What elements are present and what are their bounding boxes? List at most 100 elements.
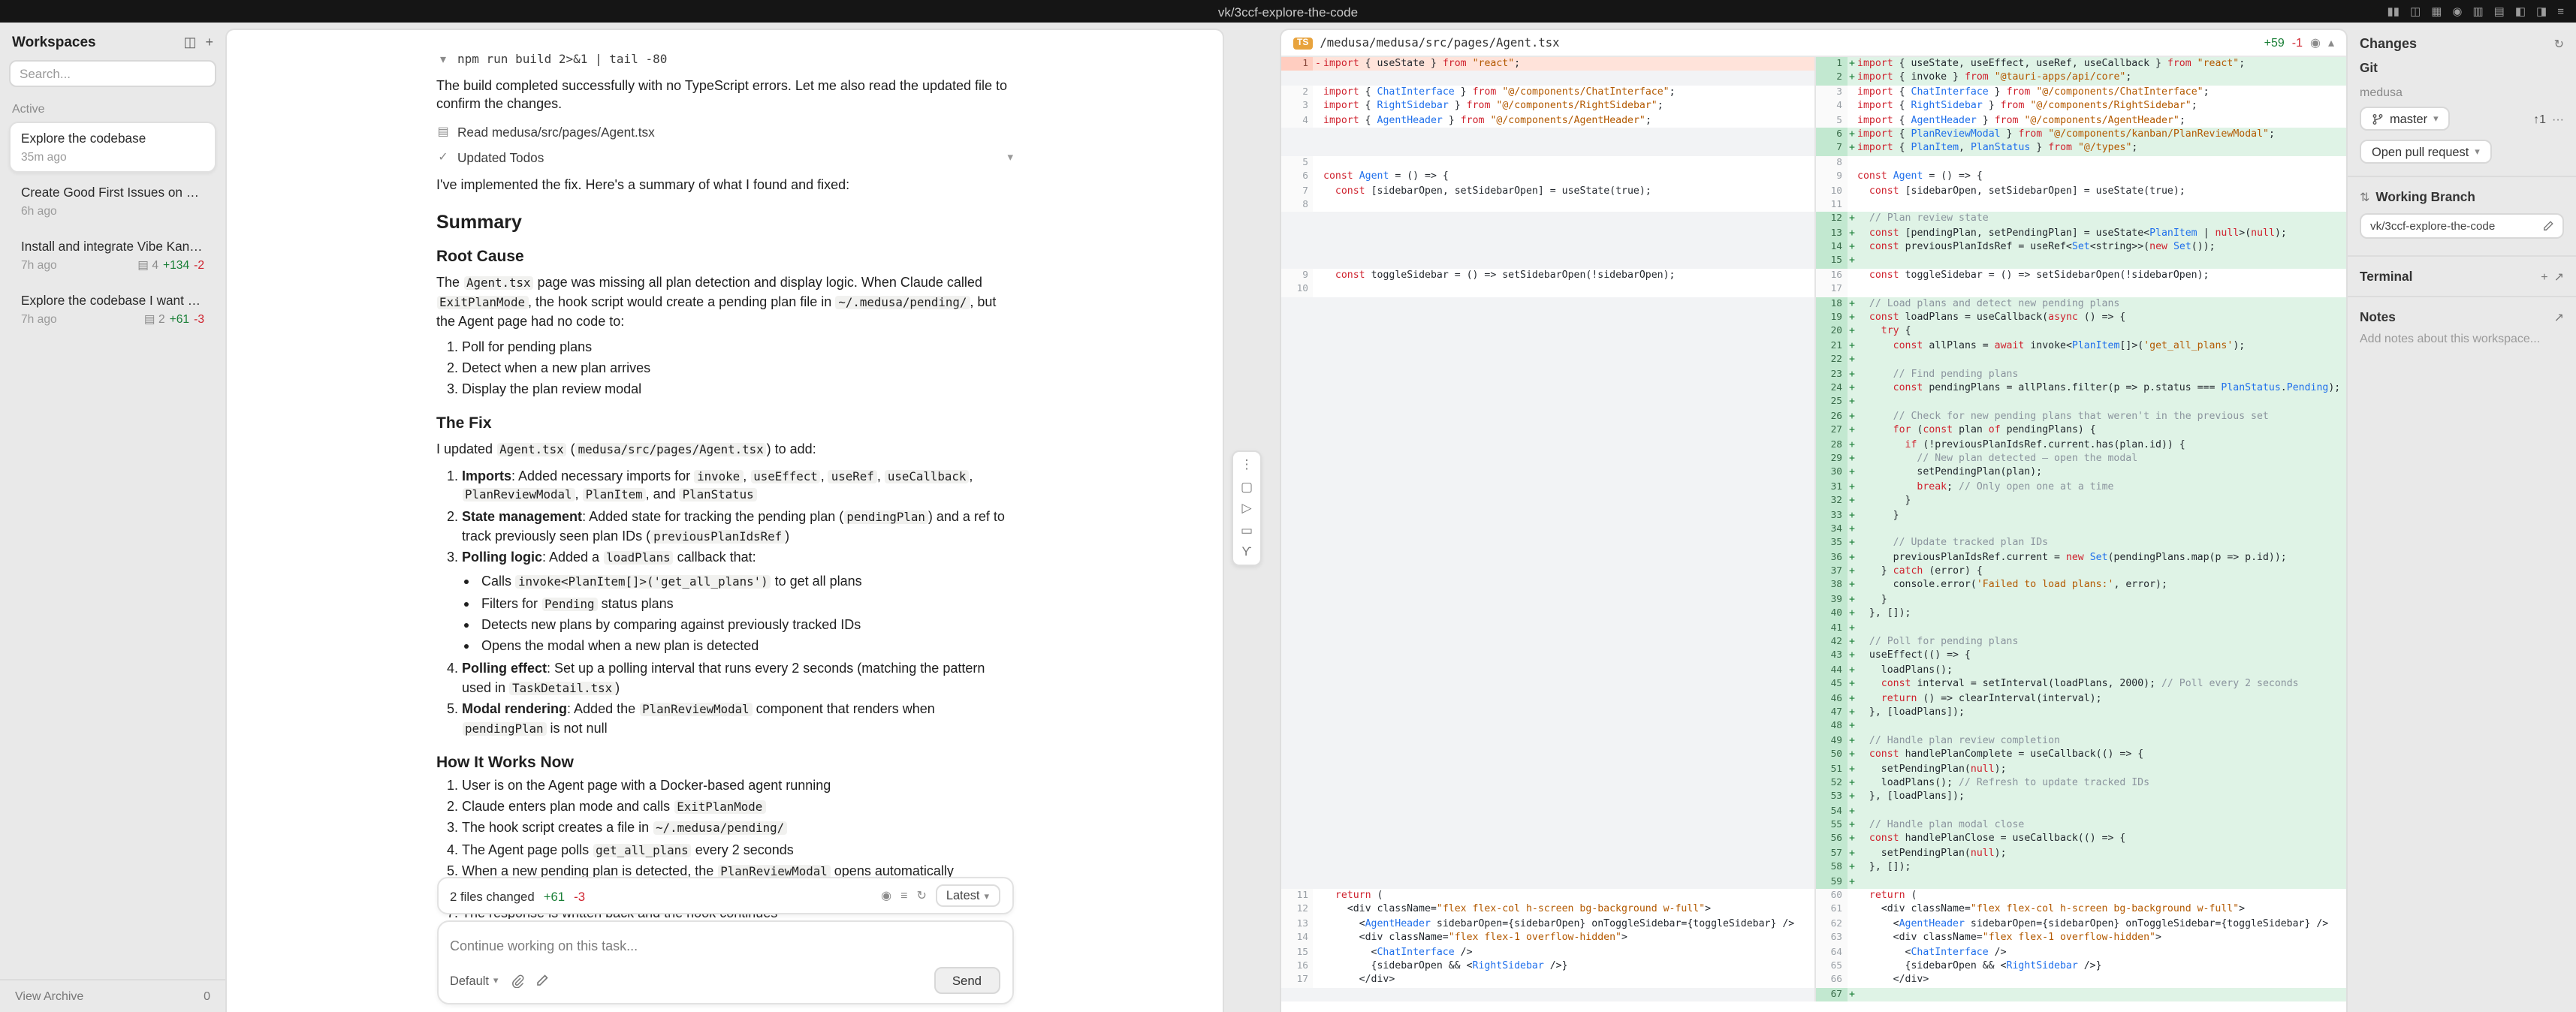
- refresh-icon[interactable]: ↻: [2554, 37, 2564, 50]
- record-icon[interactable]: ◉: [2452, 6, 2462, 17]
- layout-columns-icon[interactable]: ▥: [2472, 6, 2483, 17]
- tool-call-row[interactable]: ▾npm run build 2>&1 | tail -80: [436, 53, 1013, 66]
- workspace-item[interactable]: Explore the codebase35m ago: [9, 122, 216, 173]
- diff-marker: +: [1847, 677, 1857, 691]
- workspace-item[interactable]: Explore the codebase I want you to ex...…: [9, 284, 216, 335]
- diff-row: 7+import { PlanItem, PlanStatus } from "…: [1281, 142, 2346, 156]
- grid-icon[interactable]: ▦: [2431, 6, 2442, 17]
- ahead-count: ↑1: [2533, 112, 2546, 125]
- add-workspace-icon[interactable]: +: [205, 35, 213, 51]
- inline-code: loadPlans: [603, 551, 674, 565]
- working-branch-field[interactable]: vk/3ccf-explore-the-code: [2360, 213, 2564, 239]
- open-pr-button[interactable]: Open pull request ▾: [2360, 140, 2492, 164]
- workspaces-title: Workspaces: [12, 35, 96, 51]
- pencil-icon[interactable]: [2543, 221, 2553, 231]
- menu-icon[interactable]: ≡: [2557, 6, 2564, 17]
- chevron-down-icon[interactable]: ▾: [1007, 151, 1013, 164]
- list-item: Imports: Added necessary imports for inv…: [462, 466, 1013, 505]
- diff-marker: [1313, 494, 1323, 508]
- tool-call-row[interactable]: ▤Read medusa/src/pages/Agent.tsx: [436, 125, 1013, 140]
- diff-marker: [1847, 889, 1857, 903]
- diff-left-empty: [1281, 861, 1814, 875]
- diff-marker: +: [1847, 226, 1857, 240]
- code-line: const Agent = () => {: [1323, 170, 1814, 184]
- line-number: 59: [1815, 875, 1847, 889]
- repo-name: medusa: [2360, 80, 2564, 102]
- inline-code: previousPlanIdsRef: [650, 530, 785, 544]
- diff-row: 58+ }, []);: [1281, 861, 2346, 875]
- text-segment: ,: [743, 468, 750, 483]
- text-segment: Display the plan review modal: [462, 382, 641, 397]
- sidebar-left-icon[interactable]: ◧: [2515, 6, 2526, 17]
- line-number: 17: [1281, 974, 1313, 988]
- view-archive-link[interactable]: View Archive: [15, 989, 83, 1003]
- code-line: [1323, 311, 1814, 325]
- layout-rows-icon[interactable]: ▤: [2494, 6, 2505, 17]
- diff-body[interactable]: 1-import { useState } from "react";1+imp…: [1281, 57, 2346, 1012]
- code-line: [1857, 198, 2346, 212]
- line-number: [1281, 621, 1313, 635]
- eye-icon[interactable]: ◉: [2310, 36, 2321, 50]
- more-icon[interactable]: ···: [2552, 112, 2564, 125]
- line-number: 3: [1815, 86, 1847, 100]
- eye-icon[interactable]: ◉: [881, 889, 891, 902]
- diff-row: 2import { ChatInterface } from "@/compon…: [1281, 86, 2346, 100]
- code-line: [1323, 226, 1814, 240]
- pause-icon[interactable]: ▮▮: [2387, 6, 2400, 17]
- line-number: 45: [1815, 677, 1847, 691]
- drag-handle-icon[interactable]: ⋮: [1241, 458, 1253, 471]
- line-number: 35: [1815, 537, 1847, 551]
- chevron-down-icon: ▾: [493, 974, 499, 986]
- diff-row: 17 </div>66 </div>: [1281, 974, 2346, 988]
- screenshot-icon[interactable]: ◫: [2410, 6, 2421, 17]
- diff-right-added: 53+ }, [loadPlans]);: [1814, 791, 2346, 805]
- expand-icon[interactable]: ↗: [2554, 270, 2564, 283]
- diff-row: 49+ // Handle plan review completion: [1281, 734, 2346, 748]
- code-line: console.error('Failed to load plans:', e…: [1857, 579, 2346, 593]
- play-icon[interactable]: ▷: [1241, 501, 1251, 514]
- panel-toolbar: ⋮ ▢ ▷ ▭ ϒ: [1232, 450, 1262, 565]
- files-count-badge: ▤ 2: [144, 312, 165, 326]
- pen-icon[interactable]: [535, 974, 547, 986]
- copy-icon[interactable]: ▢: [1241, 480, 1253, 492]
- list-icon[interactable]: ≡: [900, 889, 907, 902]
- search-input[interactable]: [9, 60, 216, 87]
- send-button[interactable]: Send: [934, 967, 1000, 994]
- panel-icon[interactable]: ◫: [183, 35, 196, 51]
- workspace-item[interactable]: Create Good First Issues on Github So...…: [9, 176, 216, 227]
- tool-call-row[interactable]: ✓Updated Todos▾: [436, 150, 1013, 165]
- refresh-icon[interactable]: ↻: [916, 889, 926, 902]
- attach-icon[interactable]: [510, 974, 523, 987]
- list-item: Modal rendering: Added the PlanReviewMod…: [462, 700, 1013, 739]
- code-line: const Agent = () => {: [1857, 170, 2346, 184]
- message-input[interactable]: [450, 937, 1000, 967]
- expand-icon[interactable]: ↗: [2554, 310, 2564, 324]
- diff-left-context: 4import { AgentHeader } from "@/componen…: [1281, 113, 1814, 128]
- diff-left-empty: [1281, 240, 1814, 255]
- code-line: import { PlanReviewModal } from "@/compo…: [1857, 128, 2346, 142]
- code-line: <AgentHeader sidebarOpen={sidebarOpen} o…: [1323, 917, 1814, 932]
- git-branch-icon[interactable]: ϒ: [1241, 545, 1251, 558]
- diff-row: 53+ }, [loadPlans]);: [1281, 791, 2346, 805]
- mode-dropdown[interactable]: Default ▾: [450, 974, 498, 987]
- latest-dropdown[interactable]: Latest ▾: [936, 884, 1000, 907]
- notes-placeholder[interactable]: Add notes about this workspace...: [2360, 329, 2564, 345]
- main-layout: Workspaces ◫ + Active Explore the codeba…: [0, 23, 2576, 1012]
- diff-right-context: 17: [1814, 283, 2346, 297]
- collapse-icon[interactable]: ▴: [2328, 36, 2334, 50]
- monitor-icon[interactable]: ▭: [1241, 523, 1253, 536]
- line-number: 19: [1815, 311, 1847, 325]
- branch-selector[interactable]: master ▾: [2360, 107, 2451, 131]
- sidebar-right-icon[interactable]: ◨: [2536, 6, 2547, 17]
- diff-row: 811: [1281, 198, 2346, 212]
- new-terminal-icon[interactable]: +: [2541, 270, 2547, 283]
- diff-deletions-count: -1: [2292, 36, 2303, 50]
- code-line: [1323, 339, 1814, 354]
- chat-scroll-area[interactable]: ▾npm run build 2>&1 | tail -80The build …: [227, 30, 1223, 919]
- diff-row: 11 return (60 return (: [1281, 889, 2346, 903]
- composer: Default ▾ Send: [436, 920, 1013, 1004]
- diff-marker: +: [1847, 748, 1857, 762]
- workspace-item[interactable]: Install and integrate Vibe Kanban Web...…: [9, 230, 216, 281]
- diff-left-context: 14 <div className="flex flex-1 overflow-…: [1281, 931, 1814, 945]
- diff-row: 47+ }, [loadPlans]);: [1281, 706, 2346, 720]
